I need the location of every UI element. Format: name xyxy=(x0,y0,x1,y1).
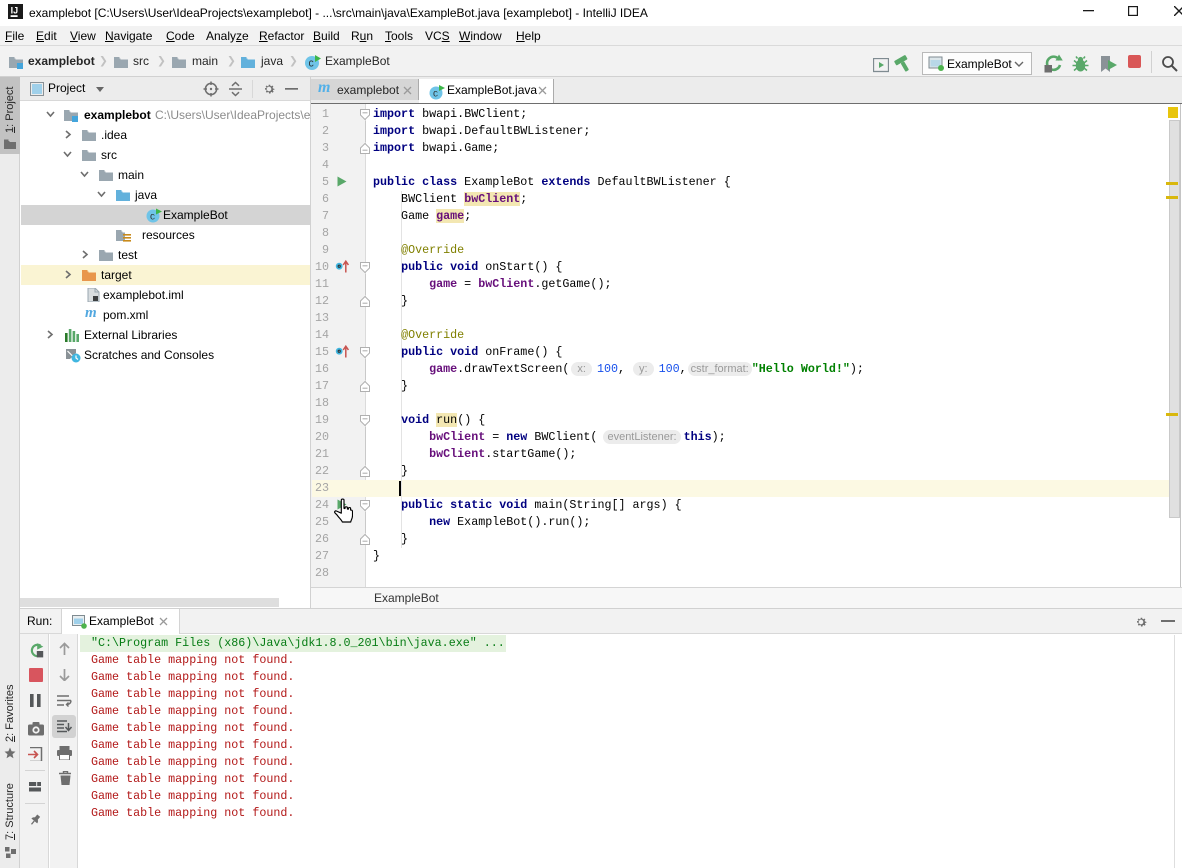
svg-text:C: C xyxy=(309,60,315,70)
svg-text:C: C xyxy=(150,213,155,223)
svg-text:IJ: IJ xyxy=(11,6,19,16)
svg-text:C: C xyxy=(433,90,438,100)
